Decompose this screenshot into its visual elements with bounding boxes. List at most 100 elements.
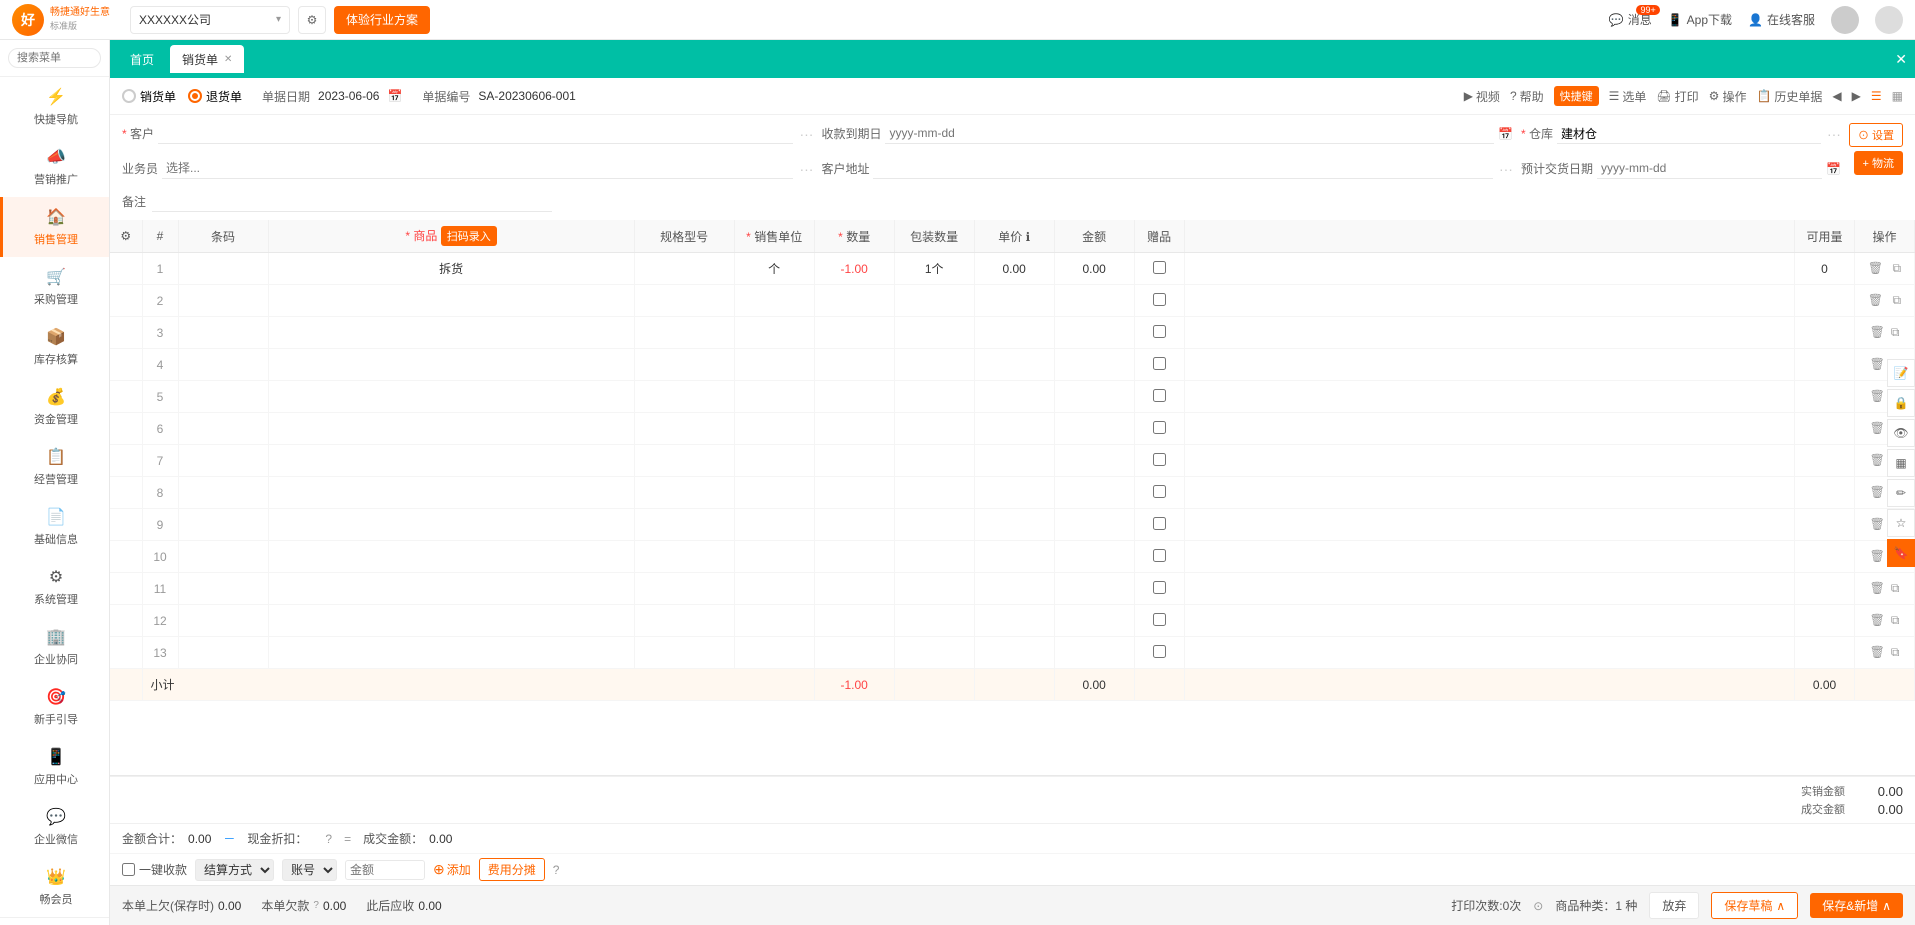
- float-lock-button[interactable]: 🔒: [1887, 389, 1915, 417]
- row-qty-cell[interactable]: [814, 285, 894, 317]
- gift-checkbox[interactable]: [1153, 325, 1166, 338]
- delete-row-button[interactable]: 🗑: [1868, 261, 1883, 275]
- delete-row-button[interactable]: 🗑: [1870, 549, 1885, 563]
- radio-sales-order[interactable]: 销货单: [122, 88, 176, 105]
- sidebar-item-system[interactable]: ⚙ 系统管理: [0, 557, 109, 617]
- calendar-icon[interactable]: 📅: [387, 89, 402, 103]
- gift-checkbox[interactable]: [1153, 421, 1166, 434]
- row-barcode-cell[interactable]: [178, 285, 268, 317]
- row-gift-cell[interactable]: [1134, 285, 1184, 317]
- delete-row-button[interactable]: 🗑: [1870, 389, 1885, 403]
- expense-help-icon[interactable]: ?: [553, 863, 560, 877]
- help-discount-icon[interactable]: ?: [325, 832, 332, 846]
- copy-row-button[interactable]: ⧉: [1893, 293, 1902, 307]
- remark-input[interactable]: [152, 191, 552, 212]
- row-amount-cell[interactable]: 0.00: [1054, 253, 1134, 285]
- float-star-button[interactable]: ☆: [1887, 509, 1915, 537]
- save-draft-button[interactable]: 保存草稿 ∧: [1711, 892, 1798, 919]
- sidebar-item-marketing[interactable]: 📣 营销推广: [0, 137, 109, 197]
- radio-return-order[interactable]: 退货单: [188, 88, 242, 105]
- gift-checkbox[interactable]: [1153, 261, 1166, 274]
- delete-row-button[interactable]: 🗑: [1870, 581, 1885, 595]
- salesperson-input[interactable]: [162, 158, 793, 179]
- scan-barcode-button[interactable]: 扫码录入: [441, 226, 497, 246]
- avatar-2[interactable]: [1875, 6, 1903, 34]
- copy-row-button[interactable]: ⧉: [1891, 613, 1900, 627]
- debt-help-icon[interactable]: ?: [313, 900, 319, 911]
- row-qty-cell[interactable]: -1.00: [814, 253, 894, 285]
- delete-row-button[interactable]: 🗑: [1870, 613, 1885, 627]
- one-click-pay-checkbox[interactable]: 一键收款: [122, 861, 187, 878]
- float-table-button[interactable]: ▦: [1887, 449, 1915, 477]
- history-link[interactable]: 📋 历史单据: [1756, 88, 1822, 105]
- app-download-button[interactable]: 📱 App下载: [1668, 11, 1732, 28]
- row-spec-cell[interactable]: [634, 253, 734, 285]
- settings-button[interactable]: ⊙ 设置: [1849, 123, 1903, 147]
- tab-sales-order[interactable]: 销货单 ✕: [170, 45, 244, 73]
- delete-row-button[interactable]: 🗑: [1870, 453, 1885, 467]
- row-product-cell[interactable]: [268, 285, 634, 317]
- sidebar-item-base-info[interactable]: 📄 基础信息: [0, 497, 109, 557]
- delete-row-button[interactable]: 🗑: [1870, 485, 1885, 499]
- amount-input[interactable]: [345, 860, 425, 880]
- gift-checkbox[interactable]: [1153, 453, 1166, 466]
- gift-checkbox[interactable]: [1153, 549, 1166, 562]
- gift-checkbox[interactable]: [1153, 389, 1166, 402]
- company-selector[interactable]: XXXXXX公司 ▾: [130, 6, 290, 34]
- sidebar-item-ops[interactable]: 📋 经营管理: [0, 437, 109, 497]
- save-new-button[interactable]: 保存&新增 ∧: [1810, 893, 1903, 918]
- float-edit-button[interactable]: ✏: [1887, 479, 1915, 507]
- one-click-pay-input[interactable]: [122, 863, 135, 876]
- warehouse-input[interactable]: [1557, 123, 1821, 144]
- sidebar-item-finance[interactable]: 💰 资金管理: [0, 377, 109, 437]
- sidebar-item-vip[interactable]: 👑 畅会员: [0, 857, 109, 917]
- sidebar-item-inventory[interactable]: 📦 库存核算: [0, 317, 109, 377]
- customer-addr-dots[interactable]: ···: [1499, 161, 1513, 177]
- operation-link[interactable]: ⚙ 操作: [1709, 88, 1747, 105]
- delete-row-button[interactable]: 🗑: [1868, 293, 1883, 307]
- sidebar-search-input[interactable]: [8, 48, 101, 68]
- sidebar-item-app-center[interactable]: 📱 应用中心: [0, 737, 109, 797]
- print-link[interactable]: 🖨 打印: [1656, 88, 1698, 105]
- avatar[interactable]: [1831, 6, 1859, 34]
- salesperson-dots[interactable]: ···: [799, 161, 813, 177]
- tab-home[interactable]: 首页: [118, 45, 166, 73]
- messages-button[interactable]: 💬 消息 99+: [1609, 11, 1652, 28]
- add-payment-button[interactable]: ⊕ 添加: [433, 861, 471, 878]
- expected-date-calendar-icon[interactable]: 📅: [1826, 162, 1841, 176]
- select-order-link[interactable]: ☰ 选单: [1609, 88, 1647, 105]
- sidebar-item-quick-nav[interactable]: ⚡ 快捷导航: [0, 77, 109, 137]
- video-link[interactable]: ▶ 视频: [1464, 88, 1500, 105]
- sidebar-item-guide[interactable]: 🎯 新手引导: [0, 677, 109, 737]
- customer-dots[interactable]: ···: [799, 126, 813, 142]
- view-grid-icon[interactable]: ▦: [1892, 89, 1903, 103]
- delete-row-button[interactable]: 🗑: [1870, 421, 1885, 435]
- customer-input[interactable]: [158, 123, 793, 144]
- account-select[interactable]: 账号: [282, 859, 337, 881]
- copy-row-button[interactable]: ⧉: [1891, 581, 1900, 595]
- help-link[interactable]: ? 帮助: [1510, 88, 1544, 105]
- gift-checkbox[interactable]: [1153, 517, 1166, 530]
- row-unit-cell[interactable]: 个: [734, 253, 814, 285]
- tab-close-icon[interactable]: ✕: [224, 54, 232, 65]
- logistics-button[interactable]: + 物流: [1854, 151, 1903, 175]
- nav-next-icon[interactable]: ▶: [1852, 89, 1861, 103]
- gift-checkbox[interactable]: [1153, 485, 1166, 498]
- gift-checkbox[interactable]: [1153, 293, 1166, 306]
- table-container[interactable]: ⚙ # 条码 * 商品 扫码录入 规格型号 销售单位 数量 包装数量 单价 ℹ …: [110, 220, 1915, 776]
- delete-row-button[interactable]: 🗑: [1870, 357, 1885, 371]
- receive-date-input[interactable]: [885, 123, 1494, 144]
- row-product-cell[interactable]: 拆货: [268, 253, 634, 285]
- row-price-cell[interactable]: [974, 285, 1054, 317]
- row-amount-cell[interactable]: [1054, 285, 1134, 317]
- trial-plan-button[interactable]: 体验行业方案: [334, 6, 430, 34]
- sidebar-item-enterprise[interactable]: 🏢 企业协同: [0, 617, 109, 677]
- settlement-method-select[interactable]: 结算方式: [195, 859, 274, 881]
- expense-distribution-button[interactable]: 费用分摊: [479, 858, 545, 881]
- close-all-tabs-button[interactable]: ✕: [1895, 51, 1907, 68]
- sidebar-item-wechat[interactable]: 💬 企业微信: [0, 797, 109, 857]
- sidebar-item-purchase[interactable]: 🛒 采购管理: [0, 257, 109, 317]
- discard-button[interactable]: 放弃: [1649, 892, 1699, 919]
- row-spec-cell[interactable]: [634, 285, 734, 317]
- delete-row-button[interactable]: 🗑: [1870, 645, 1885, 659]
